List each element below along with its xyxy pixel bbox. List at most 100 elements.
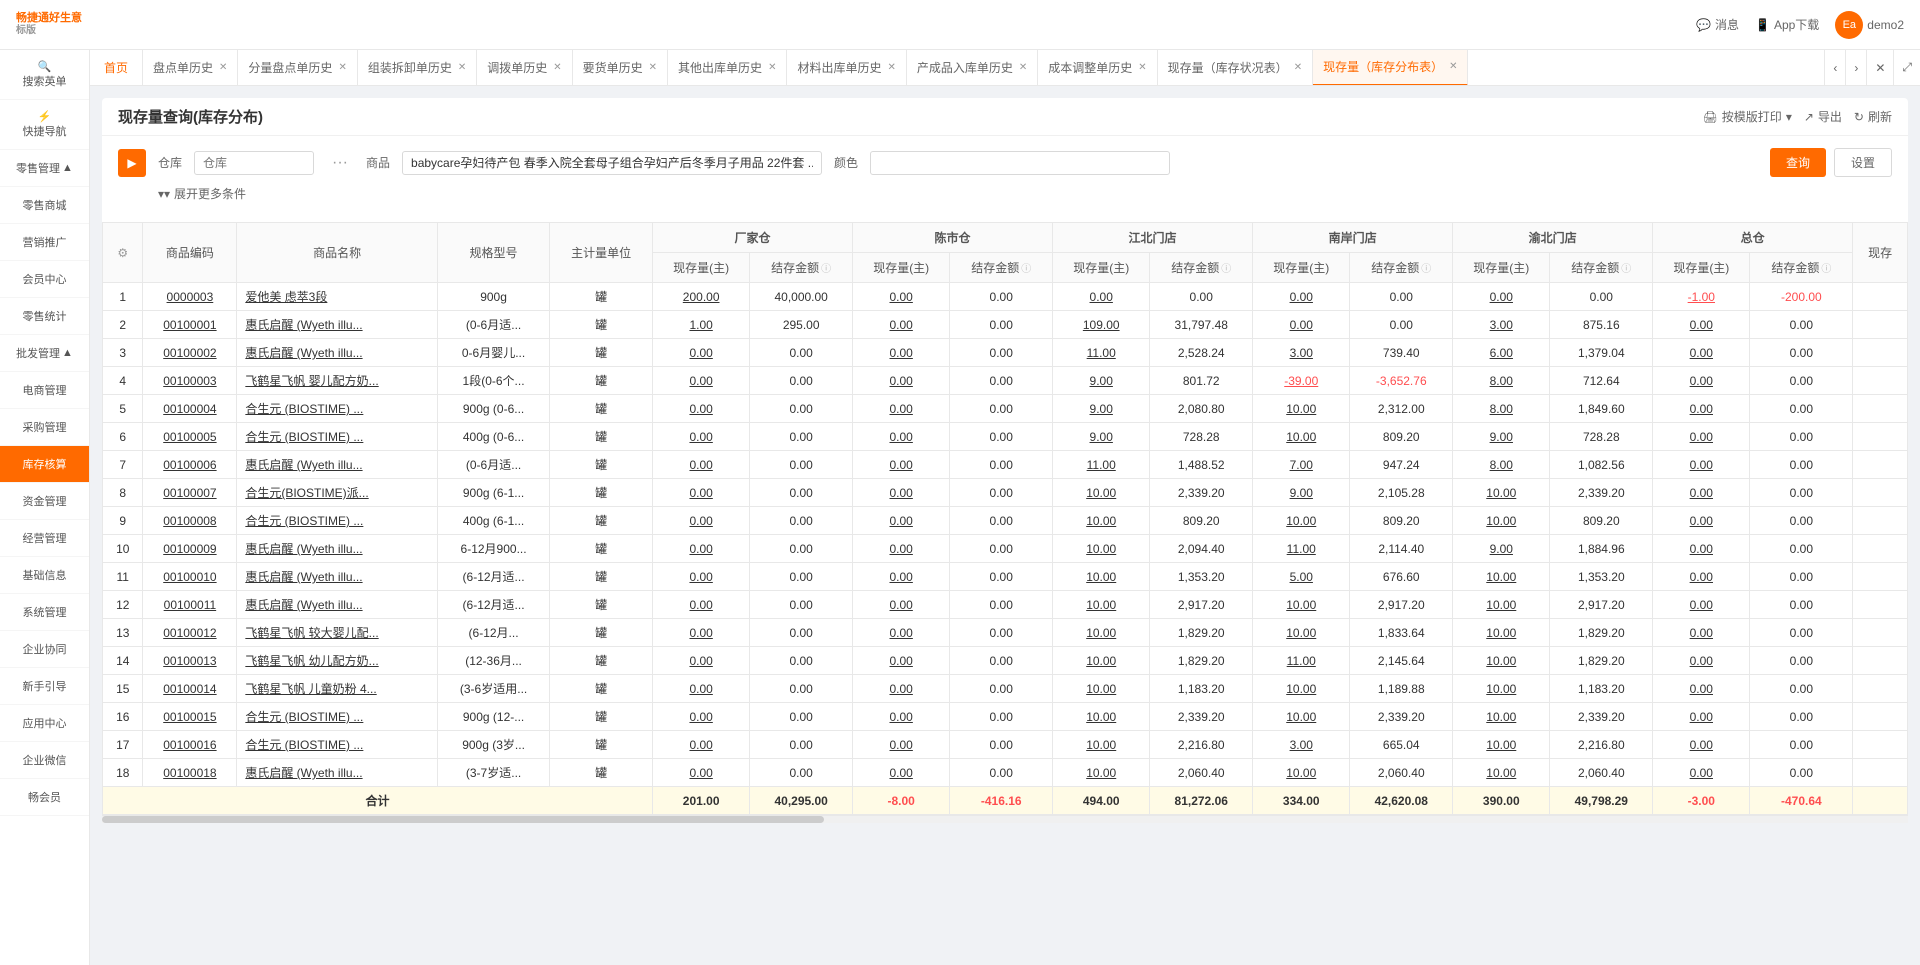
- sidebar-item-purchase[interactable]: 采购管理: [0, 409, 89, 446]
- expand-filter-btn[interactable]: ▶: [118, 149, 146, 177]
- cell-nanan-stock[interactable]: 0.00: [1253, 311, 1350, 339]
- cell-yuibei-stock[interactable]: 10.00: [1453, 479, 1550, 507]
- cell-name[interactable]: 合生元 (BIOSTIME) ...: [237, 423, 437, 451]
- scroll-bar[interactable]: [102, 815, 1908, 823]
- setting-button[interactable]: 设置: [1834, 148, 1892, 177]
- cell-yuibei-stock[interactable]: 8.00: [1453, 451, 1550, 479]
- cell-factory-stock[interactable]: 0.00: [652, 423, 749, 451]
- cell-yuibei-stock[interactable]: 10.00: [1453, 759, 1550, 787]
- cell-name[interactable]: 爱他美 虑萃3段: [237, 283, 437, 311]
- cell-nanan-stock[interactable]: 9.00: [1253, 479, 1350, 507]
- cell-yuibei-stock[interactable]: 10.00: [1453, 647, 1550, 675]
- cell-total-stock[interactable]: 0.00: [1653, 759, 1750, 787]
- cell-chenshi-stock[interactable]: 0.00: [853, 563, 950, 591]
- cell-code[interactable]: 00100007: [143, 479, 237, 507]
- cell-total-stock[interactable]: 0.00: [1653, 535, 1750, 563]
- tab-product-in[interactable]: 产成品入库单历史 ✕: [907, 50, 1038, 86]
- cell-code[interactable]: 00100012: [143, 619, 237, 647]
- cell-jiangbei-stock[interactable]: 10.00: [1053, 619, 1150, 647]
- cell-jiangbei-stock[interactable]: 109.00: [1053, 311, 1150, 339]
- cell-total-stock[interactable]: 0.00: [1653, 619, 1750, 647]
- info-icon-4[interactable]: ⓘ: [1421, 264, 1431, 275]
- info-icon-2[interactable]: ⓘ: [1021, 264, 1031, 275]
- app-download-btn[interactable]: 📱 App下载: [1755, 16, 1819, 33]
- cell-yuibei-stock[interactable]: 8.00: [1453, 367, 1550, 395]
- cell-total-stock[interactable]: 0.00: [1653, 507, 1750, 535]
- sidebar-item-finance[interactable]: 资金管理: [0, 483, 89, 520]
- close-icon-1[interactable]: ✕: [338, 62, 346, 73]
- sidebar-item-system[interactable]: 系统管理: [0, 594, 89, 631]
- cell-nanan-stock[interactable]: 10.00: [1253, 423, 1350, 451]
- cell-chenshi-stock[interactable]: 0.00: [853, 451, 950, 479]
- close-icon-3[interactable]: ✕: [553, 62, 561, 73]
- cell-jiangbei-stock[interactable]: 10.00: [1053, 647, 1150, 675]
- cell-yuibei-stock[interactable]: 10.00: [1453, 731, 1550, 759]
- cell-jiangbei-stock[interactable]: 10.00: [1053, 731, 1150, 759]
- sidebar-item-retail-mall[interactable]: 零售商城: [0, 187, 89, 224]
- cell-total-stock[interactable]: 0.00: [1653, 451, 1750, 479]
- cell-jiangbei-stock[interactable]: 9.00: [1053, 395, 1150, 423]
- cell-yuibei-stock[interactable]: 10.00: [1453, 507, 1550, 535]
- sidebar-item-inventory[interactable]: 库存核算: [0, 446, 89, 483]
- info-icon-5[interactable]: ⓘ: [1621, 264, 1631, 275]
- cell-code[interactable]: 00100013: [143, 647, 237, 675]
- cell-nanan-stock[interactable]: 11.00: [1253, 647, 1350, 675]
- tab-material-out[interactable]: 材料出库单历史 ✕: [787, 50, 906, 86]
- cell-name[interactable]: 飞鹤星飞帆 较大婴儿配...: [237, 619, 437, 647]
- cell-yuibei-stock[interactable]: 0.00: [1453, 283, 1550, 311]
- user-area[interactable]: Ea demo2: [1835, 11, 1904, 39]
- cell-nanan-stock[interactable]: 3.00: [1253, 731, 1350, 759]
- cell-total-stock[interactable]: 0.00: [1653, 395, 1750, 423]
- cell-nanan-stock[interactable]: 10.00: [1253, 759, 1350, 787]
- close-icon-7[interactable]: ✕: [1019, 62, 1027, 73]
- prev-tab-btn[interactable]: ‹: [1824, 50, 1845, 86]
- cell-factory-stock[interactable]: 0.00: [652, 507, 749, 535]
- cell-yuibei-stock[interactable]: 10.00: [1453, 591, 1550, 619]
- sidebar-item-member2[interactable]: 畅会员: [0, 779, 89, 816]
- cell-name[interactable]: 合生元 (BIOSTIME) ...: [237, 731, 437, 759]
- close-icon-2[interactable]: ✕: [458, 62, 466, 73]
- cell-factory-stock[interactable]: 0.00: [652, 563, 749, 591]
- cell-chenshi-stock[interactable]: 0.00: [853, 619, 950, 647]
- sidebar-item-ecommerce[interactable]: 电商管理: [0, 372, 89, 409]
- cell-chenshi-stock[interactable]: 0.00: [853, 731, 950, 759]
- cell-total-stock[interactable]: 0.00: [1653, 367, 1750, 395]
- sidebar-item-guide[interactable]: 新手引导: [0, 668, 89, 705]
- cell-code[interactable]: 00100005: [143, 423, 237, 451]
- cell-chenshi-stock[interactable]: 0.00: [853, 283, 950, 311]
- cell-chenshi-stock[interactable]: 0.00: [853, 591, 950, 619]
- cell-chenshi-stock[interactable]: 0.00: [853, 479, 950, 507]
- close-icon-8[interactable]: ✕: [1138, 62, 1146, 73]
- close-icon-9[interactable]: ✕: [1294, 62, 1302, 73]
- cell-chenshi-stock[interactable]: 0.00: [853, 647, 950, 675]
- cell-name[interactable]: 惠氏启醒 (Wyeth illu...: [237, 451, 437, 479]
- export-btn[interactable]: ↗ 导出: [1804, 108, 1842, 125]
- cell-nanan-stock[interactable]: 0.00: [1253, 283, 1350, 311]
- tab-inventory-check[interactable]: 盘点单历史 ✕: [143, 50, 238, 86]
- next-tab-btn[interactable]: ›: [1845, 50, 1866, 86]
- query-button[interactable]: 查询: [1770, 148, 1826, 177]
- cell-code[interactable]: 00100018: [143, 759, 237, 787]
- cell-total-stock[interactable]: 0.00: [1653, 591, 1750, 619]
- cell-factory-stock[interactable]: 0.00: [652, 339, 749, 367]
- cell-jiangbei-stock[interactable]: 10.00: [1053, 759, 1150, 787]
- cell-yuibei-stock[interactable]: 3.00: [1453, 311, 1550, 339]
- cell-factory-stock[interactable]: 0.00: [652, 703, 749, 731]
- cell-total-stock[interactable]: 0.00: [1653, 479, 1750, 507]
- cell-name[interactable]: 合生元(BIOSTIME)派...: [237, 479, 437, 507]
- cell-jiangbei-stock[interactable]: 10.00: [1053, 591, 1150, 619]
- tab-partial-check[interactable]: 分量盘点单历史 ✕: [238, 50, 357, 86]
- cell-yuibei-stock[interactable]: 8.00: [1453, 395, 1550, 423]
- cell-yuibei-stock[interactable]: 9.00: [1453, 535, 1550, 563]
- cell-jiangbei-stock[interactable]: 10.00: [1053, 535, 1150, 563]
- cell-total-stock[interactable]: 0.00: [1653, 311, 1750, 339]
- cell-factory-stock[interactable]: 0.00: [652, 675, 749, 703]
- cell-code[interactable]: 00100016: [143, 731, 237, 759]
- cell-code[interactable]: 00100003: [143, 367, 237, 395]
- sidebar-item-shortcut[interactable]: ⚡ 快捷导航: [0, 100, 89, 150]
- tab-stock-status[interactable]: 现存量（库存状况表） ✕: [1158, 50, 1313, 86]
- cell-chenshi-stock[interactable]: 0.00: [853, 367, 950, 395]
- cell-jiangbei-stock[interactable]: 11.00: [1053, 451, 1150, 479]
- sidebar-item-enterprise[interactable]: 企业协同: [0, 631, 89, 668]
- cell-total-stock[interactable]: 0.00: [1653, 563, 1750, 591]
